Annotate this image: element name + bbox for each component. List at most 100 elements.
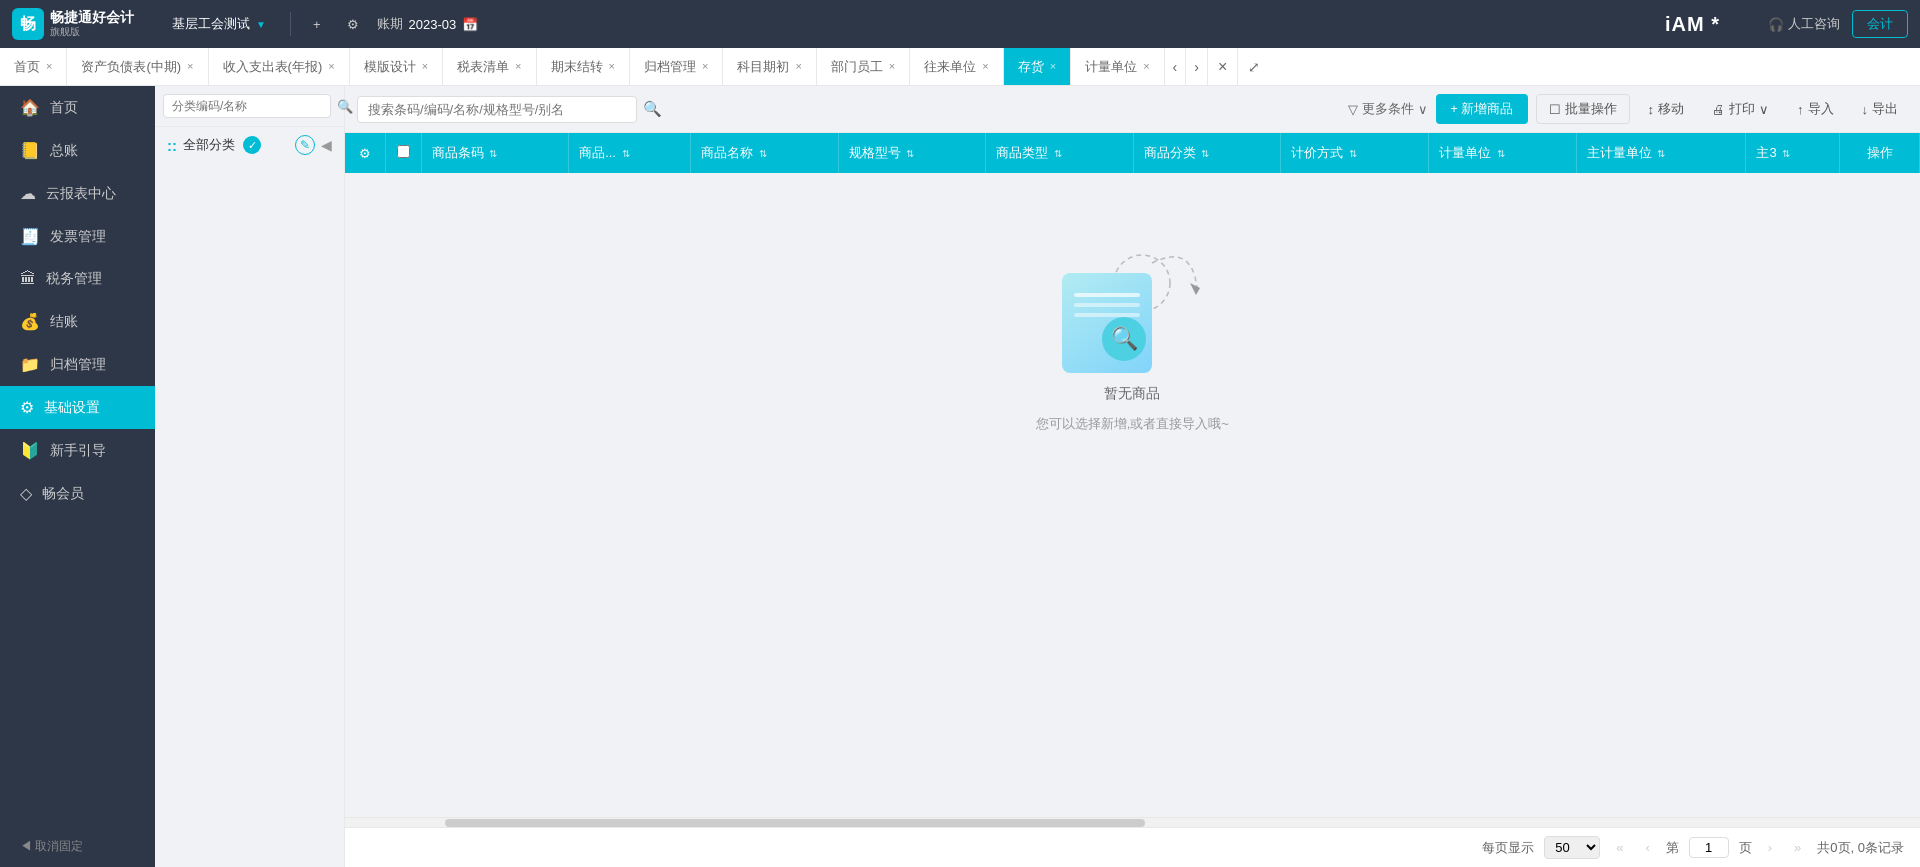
tab-subject-init-close[interactable]: ×: [795, 61, 801, 72]
horizontal-scrollbar[interactable]: [345, 817, 1920, 827]
import-button[interactable]: ↑ 导入: [1787, 95, 1844, 123]
product-search-icon[interactable]: 🔍: [643, 100, 662, 118]
col-name[interactable]: 商品名称 ⇅: [690, 133, 838, 173]
sort-spec-icon: ⇅: [906, 148, 914, 159]
add-product-label: + 新增商品: [1450, 100, 1513, 118]
sidebar-item-member[interactable]: ◇ 畅会员: [0, 472, 155, 515]
tab-subject-init[interactable]: 科目期初 ×: [723, 48, 816, 86]
kuaiji-button[interactable]: 会计: [1852, 10, 1908, 38]
sort-code-icon: ⇅: [622, 148, 630, 159]
add-product-button[interactable]: + 新增商品: [1436, 94, 1527, 124]
first-page-button[interactable]: «: [1610, 838, 1629, 857]
move-button[interactable]: ↕ 移动: [1638, 95, 1695, 123]
sidebar-item-guide[interactable]: 🔰 新手引导: [0, 429, 155, 472]
col-extra[interactable]: 主3 ⇅: [1746, 133, 1840, 173]
page-number-input[interactable]: [1689, 837, 1729, 858]
scroll-thumb[interactable]: [445, 819, 1145, 827]
tab-dept-employee-close[interactable]: ×: [889, 61, 895, 72]
product-search-input[interactable]: [357, 96, 637, 123]
plus-icon: +: [313, 17, 321, 32]
last-page-button[interactable]: »: [1788, 838, 1807, 857]
tab-home-label: 首页: [14, 58, 40, 76]
tab-income-close[interactable]: ×: [328, 61, 334, 72]
next-page-button[interactable]: ›: [1762, 838, 1778, 857]
tab-template-close[interactable]: ×: [422, 61, 428, 72]
prev-page-button[interactable]: ‹: [1639, 838, 1655, 857]
chevron-down-icon: ▼: [256, 19, 266, 30]
tab-close-all-button[interactable]: ×: [1208, 48, 1238, 86]
calendar-icon[interactable]: 📅: [462, 17, 478, 32]
sidebar-item-archive[interactable]: 📁 归档管理: [0, 343, 155, 386]
sort-name-icon: ⇅: [759, 148, 767, 159]
tab-period-transfer[interactable]: 期末结转 ×: [537, 48, 630, 86]
tab-balance-sheet[interactable]: 资产负债表(中期) ×: [67, 48, 208, 86]
col-unit[interactable]: 计量单位 ⇅: [1429, 133, 1577, 173]
category-search-area: 🔍: [155, 86, 344, 127]
tab-period-transfer-close[interactable]: ×: [609, 61, 615, 72]
col-price-method[interactable]: 计价方式 ⇅: [1281, 133, 1429, 173]
tab-bar: 首页 × 资产负债表(中期) × 收入支出表(年报) × 模版设计 × 税表清单…: [0, 48, 1920, 86]
tab-contacts[interactable]: 往来单位 ×: [910, 48, 1003, 86]
tab-inventory[interactable]: 存货 ×: [1004, 48, 1071, 86]
sidebar-item-reports[interactable]: ☁ 云报表中心: [0, 172, 155, 215]
settle-icon: 💰: [20, 312, 40, 331]
tab-next-button[interactable]: ›: [1186, 48, 1208, 86]
company-selector[interactable]: 基层工会测试 ▼: [162, 11, 276, 37]
col-code[interactable]: 商品... ⇅: [569, 133, 691, 173]
tab-home-close[interactable]: ×: [46, 61, 52, 72]
col-barcode[interactable]: 商品条码 ⇅: [421, 133, 569, 173]
tab-contacts-close[interactable]: ×: [982, 61, 988, 72]
sidebar-item-tax[interactable]: 🏛 税务管理: [0, 258, 155, 300]
sidebar-item-ledger[interactable]: 📒 总账: [0, 129, 155, 172]
sidebar-item-home[interactable]: 🏠 首页: [0, 86, 155, 129]
select-all-checkbox[interactable]: [397, 145, 410, 158]
settings-button[interactable]: ⚙: [339, 13, 367, 36]
category-edit-button[interactable]: ✎: [295, 135, 315, 155]
col-main-unit[interactable]: 主计量单位 ⇅: [1576, 133, 1746, 173]
cloud-icon: ☁: [20, 184, 36, 203]
service-button[interactable]: 🎧 人工咨询: [1768, 15, 1840, 33]
tab-template[interactable]: 模版设计 ×: [350, 48, 443, 86]
tab-prev-button[interactable]: ‹: [1165, 48, 1187, 86]
col-spec[interactable]: 规格型号 ⇅: [838, 133, 986, 173]
tab-template-label: 模版设计: [364, 58, 416, 76]
tab-archive-close[interactable]: ×: [702, 61, 708, 72]
tab-unit[interactable]: 计量单位 ×: [1071, 48, 1164, 86]
tab-archive[interactable]: 归档管理 ×: [630, 48, 723, 86]
tab-tax-list-close[interactable]: ×: [515, 61, 521, 72]
headset-icon: 🎧: [1768, 17, 1784, 32]
tab-home[interactable]: 首页 ×: [0, 48, 67, 86]
tab-dept-employee[interactable]: 部门员工 ×: [817, 48, 910, 86]
sidebar-item-settings[interactable]: ⚙ 基础设置: [0, 386, 155, 429]
category-panel: 🔍 :: 全部分类 ✓ ✎ ◀: [155, 86, 345, 867]
tab-balance-sheet-close[interactable]: ×: [187, 61, 193, 72]
print-button[interactable]: 🖨 打印 ∨: [1702, 95, 1779, 123]
export-button[interactable]: ↓ 导出: [1852, 95, 1909, 123]
col-settings[interactable]: ⚙: [345, 133, 385, 173]
sidebar-item-settle[interactable]: 💰 结账: [0, 300, 155, 343]
col-checkbox[interactable]: [385, 133, 421, 173]
tab-inventory-close[interactable]: ×: [1050, 61, 1056, 72]
tab-expand-button[interactable]: ⤢: [1238, 48, 1270, 86]
empty-state: 🔍 暂无商品 您可以选择新增,或者直接导入哦~: [345, 173, 1920, 513]
col-category[interactable]: 商品分类 ⇅: [1133, 133, 1281, 173]
cancel-pin-button[interactable]: ◀ 取消固定: [0, 826, 155, 867]
tab-tax-list[interactable]: 税表清单 ×: [443, 48, 536, 86]
main-panel: 🔍 ▽ 更多条件 ∨ + 新增商品 ☐ 批量操作 ↕: [345, 86, 1920, 867]
tab-unit-close[interactable]: ×: [1143, 61, 1149, 72]
collapse-panel-button[interactable]: ◀: [321, 137, 332, 153]
col-type[interactable]: 商品类型 ⇅: [986, 133, 1134, 173]
category-search-input[interactable]: [163, 94, 331, 118]
add-tab-button[interactable]: +: [305, 13, 329, 36]
sidebar-item-settle-label: 结账: [50, 313, 78, 331]
sidebar-item-invoice[interactable]: 🧾 发票管理: [0, 215, 155, 258]
more-filter-button[interactable]: ▽ 更多条件 ∨: [1348, 100, 1428, 118]
batch-operation-button[interactable]: ☐ 批量操作: [1536, 94, 1630, 124]
sort-unit-icon: ⇅: [1497, 148, 1505, 159]
tab-income[interactable]: 收入支出表(年报) ×: [209, 48, 350, 86]
per-page-select[interactable]: 50 20 100: [1544, 836, 1600, 859]
service-label: 人工咨询: [1788, 15, 1840, 33]
category-hash-icon: ::: [167, 137, 177, 154]
batch-icon: ☐: [1549, 102, 1561, 117]
divider: [290, 12, 291, 36]
